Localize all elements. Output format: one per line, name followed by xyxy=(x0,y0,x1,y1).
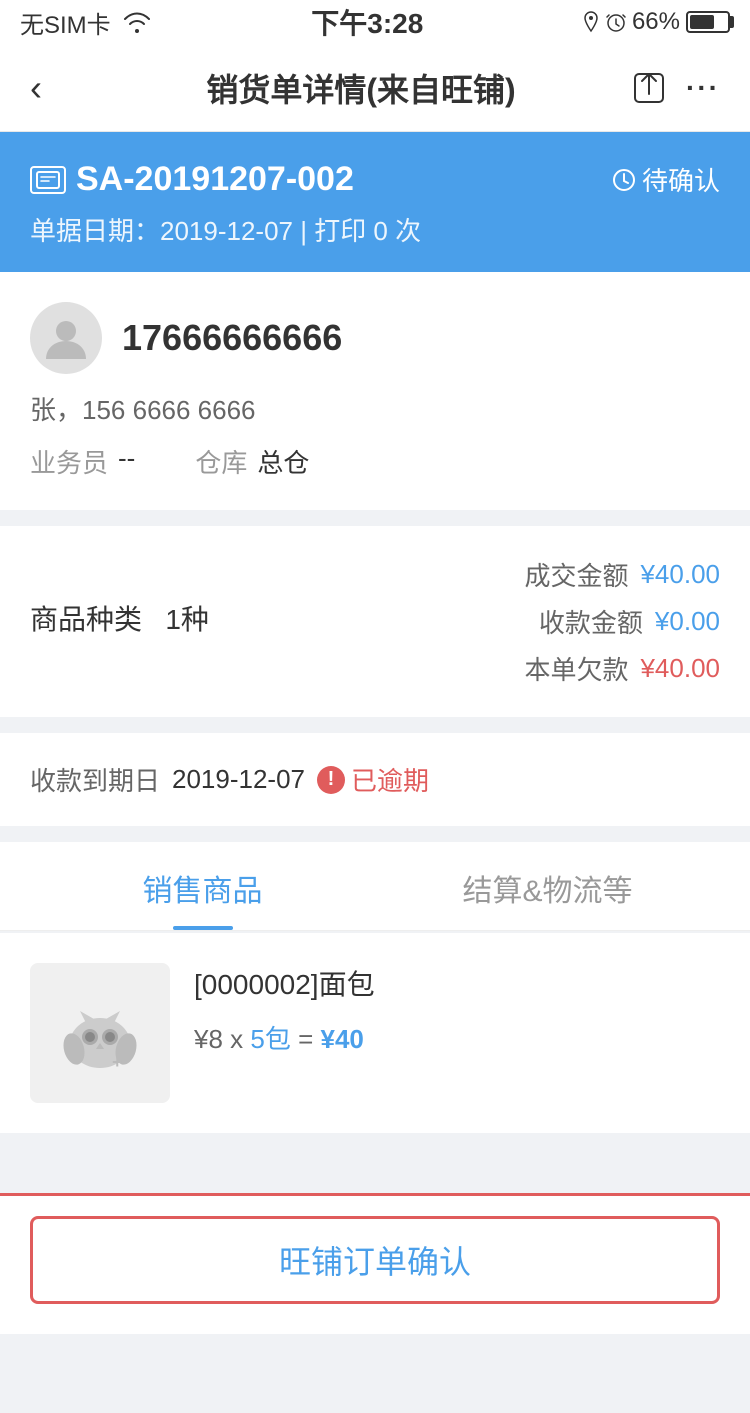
battery-icon xyxy=(686,11,730,33)
wifi-icon xyxy=(121,11,153,33)
status-time: 下午3:28 xyxy=(311,2,423,42)
tabs: 销售商品 结算&物流等 xyxy=(0,842,750,930)
battery-text: 66% xyxy=(632,8,680,36)
status-bar: 无SIM卡 下午3:28 66% xyxy=(0,0,750,44)
price-separator: = xyxy=(291,1024,321,1054)
order-header: SA-20191207-002 待确认 单据日期：2019-12-07 | 打印… xyxy=(0,132,750,272)
product-card: + [0000002]面包 ¥8 x 5包 = ¥40 xyxy=(0,933,750,1133)
status-text: 待确认 xyxy=(642,161,720,198)
collected-row: 收款金额 ¥0.00 xyxy=(539,603,720,640)
owed-row: 本单欠款 ¥40.00 xyxy=(524,650,720,687)
confirm-order-button[interactable]: 旺铺订单确认 xyxy=(30,1216,720,1304)
warehouse-item: 仓库 总仓 xyxy=(195,443,309,480)
order-id: SA-20191207-002 xyxy=(30,160,354,199)
location-icon xyxy=(582,11,600,33)
carrier-text: 无SIM卡 xyxy=(20,5,111,40)
nav-bar: ‹ 销货单详情(来自旺铺) ··· xyxy=(0,44,750,132)
avatar xyxy=(30,302,102,374)
product-thumbnail: + xyxy=(30,963,170,1103)
order-status: 待确认 xyxy=(612,161,720,198)
overdue-text: 已逾期 xyxy=(351,761,429,798)
bottom-bar: 旺铺订单确认 xyxy=(0,1193,750,1334)
order-icon xyxy=(30,166,66,194)
amount-row: 成交金额 ¥40.00 xyxy=(524,556,720,593)
page-title: 销货单详情(来自旺铺) xyxy=(90,65,632,111)
sales-rep-label: 业务员 xyxy=(30,443,108,480)
product-type-value: 1种 xyxy=(165,604,209,635)
collected-label: 收款金额 xyxy=(539,603,643,640)
amount-value: ¥40.00 xyxy=(640,559,720,590)
product-info: [0000002]面包 ¥8 x 5包 = ¥40 xyxy=(194,963,720,1103)
collected-value: ¥0.00 xyxy=(655,606,720,637)
summary-card: 商品种类 1种 成交金额 ¥40.00 收款金额 ¥0.00 本单欠款 ¥40.… xyxy=(0,526,750,717)
customer-top: 17666666666 xyxy=(30,302,720,374)
status-left: 无SIM卡 xyxy=(20,5,153,40)
product-total: ¥40 xyxy=(320,1024,363,1054)
back-button[interactable]: ‹ xyxy=(30,67,90,109)
order-date: 单据日期：2019-12-07 | 打印 0 次 xyxy=(30,211,720,248)
summary-right: 成交金额 ¥40.00 收款金额 ¥0.00 本单欠款 ¥40.00 xyxy=(524,556,720,687)
overdue-icon: ! xyxy=(317,766,345,794)
more-button[interactable]: ··· xyxy=(686,72,720,104)
product-type-label: 商品种类 xyxy=(30,604,142,635)
product-type-item: 商品种类 1种 xyxy=(30,598,524,638)
due-date-card: 收款到期日 2019-12-07 ! 已逾期 xyxy=(0,733,750,826)
customer-meta: 业务员 -- 仓库 总仓 xyxy=(30,443,720,480)
due-date-value: 2019-12-07 xyxy=(172,764,305,795)
product-image: + xyxy=(30,963,170,1103)
owed-label: 本单欠款 xyxy=(524,650,628,687)
order-header-top: SA-20191207-002 待确认 xyxy=(30,160,720,199)
nav-actions: ··· xyxy=(632,71,720,105)
overdue-badge: ! 已逾期 xyxy=(317,761,429,798)
warehouse-label: 仓库 xyxy=(195,443,247,480)
owed-value: ¥40.00 xyxy=(640,653,720,684)
amount-label: 成交金额 xyxy=(524,556,628,593)
customer-card: 17666666666 张，156 6666 6666 业务员 -- 仓库 总仓 xyxy=(0,272,750,510)
sales-rep-item: 业务员 -- xyxy=(30,443,135,480)
alarm-icon xyxy=(606,11,626,33)
clock-icon xyxy=(612,168,636,192)
share-icon[interactable] xyxy=(632,71,666,105)
customer-phone: 17666666666 xyxy=(122,317,342,359)
customer-name: 张，156 6666 6666 xyxy=(30,390,720,427)
sales-rep-value: -- xyxy=(118,443,135,480)
tab-products[interactable]: 销售商品 xyxy=(30,842,375,930)
tab-settlement[interactable]: 结算&物流等 xyxy=(375,842,720,930)
product-qty: 5包 xyxy=(250,1024,290,1054)
battery-fill xyxy=(690,15,714,29)
warehouse-value: 总仓 xyxy=(257,443,309,480)
tabs-container: 销售商品 结算&物流等 xyxy=(0,842,750,931)
status-right: 66% xyxy=(582,8,730,36)
svg-text:+: + xyxy=(112,1052,123,1072)
summary-left: 商品种类 1种 xyxy=(30,556,524,687)
product-price: ¥8 x 5包 = ¥40 xyxy=(194,1019,720,1056)
due-label: 收款到期日 xyxy=(30,761,160,798)
product-name: [0000002]面包 xyxy=(194,963,720,1003)
price-unit: ¥8 x xyxy=(194,1024,250,1054)
